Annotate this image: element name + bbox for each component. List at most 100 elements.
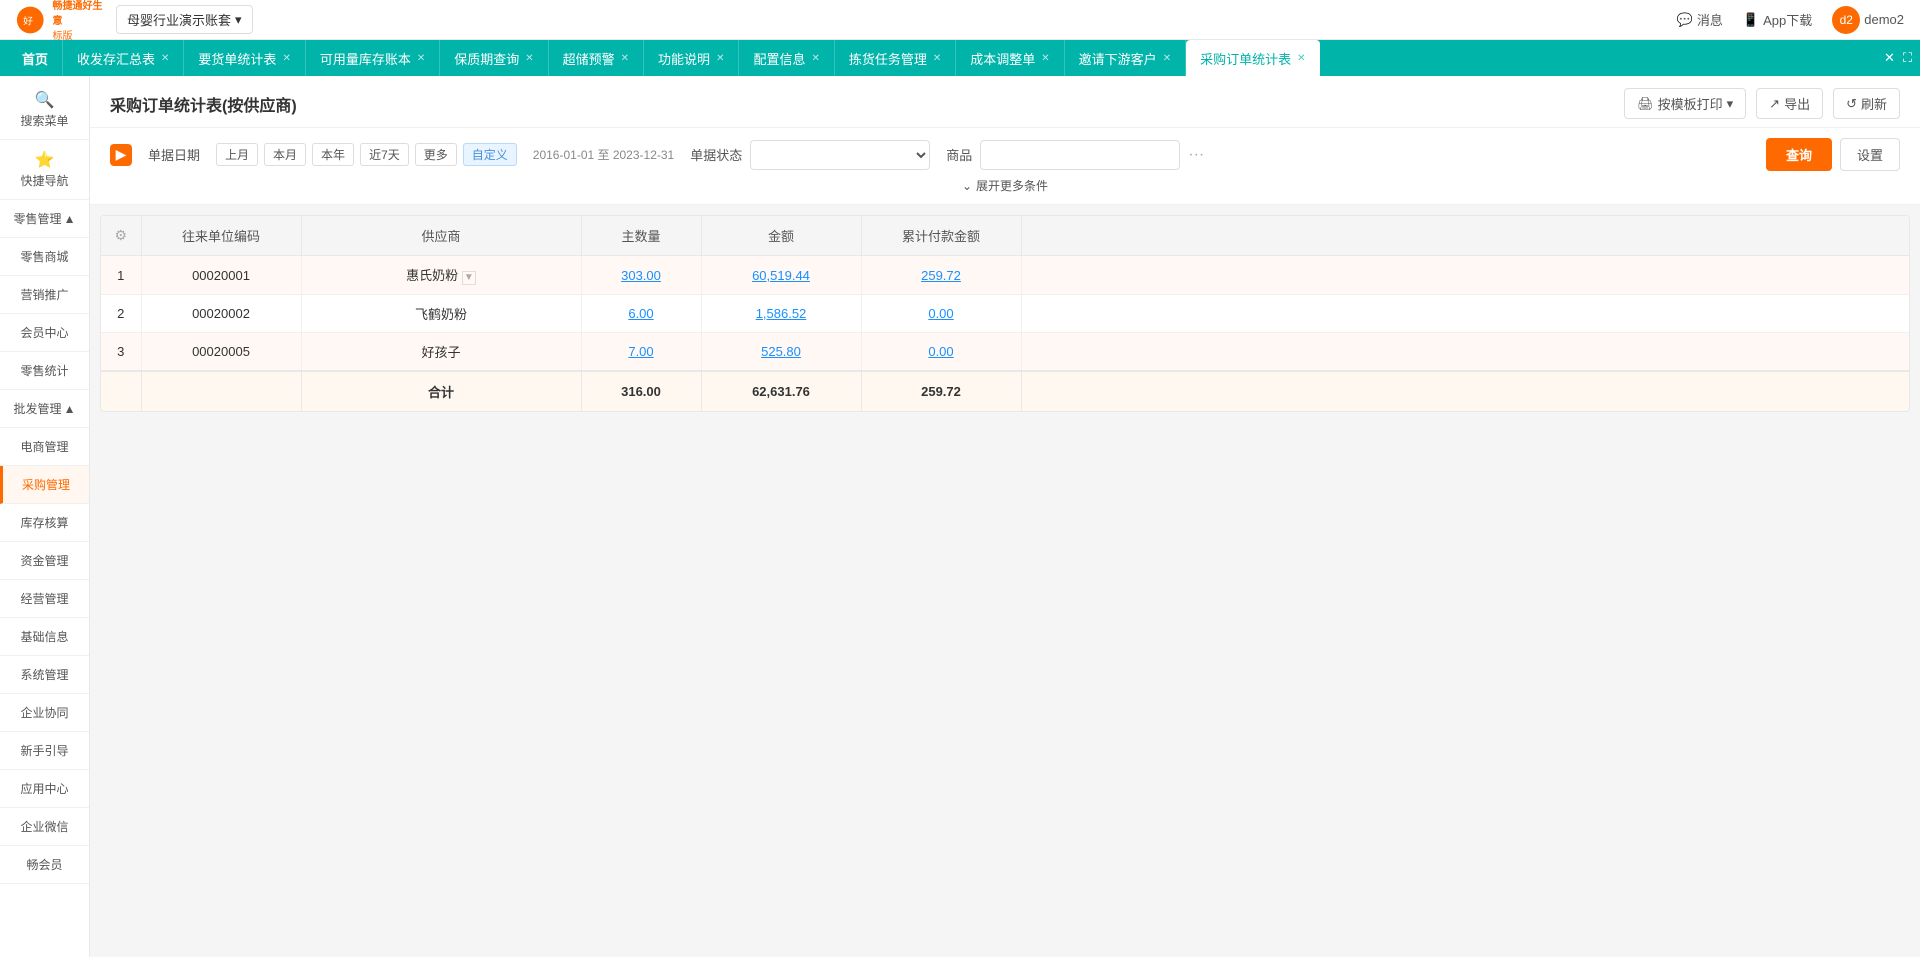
nav-tab-peizhi[interactable]: 配置信息 ✕ <box>739 40 834 76</box>
col-header-paid: 累计付款金额 <box>861 216 1021 256</box>
row-2-extra <box>1021 295 1909 333</box>
row-1-supplier: 惠氏奶粉 ▼ <box>301 256 581 295</box>
sidebar-item-retail-mall[interactable]: 零售商城 <box>0 238 89 276</box>
sidebar-item-wholesale[interactable]: 批发管理 ▲ <box>0 390 89 428</box>
status-select[interactable] <box>750 140 930 170</box>
nav-tab-chaochu[interactable]: 超储预警 ✕ <box>549 40 644 76</box>
message-button[interactable]: 💬 消息 <box>1677 10 1723 29</box>
close-icon[interactable]: ✕ <box>933 53 941 64</box>
date-shortcut-more[interactable]: 更多 <box>415 143 457 166</box>
top-right: 💬 消息 📱 App下载 d2 demo2 <box>1677 6 1904 34</box>
export-button[interactable]: ↗ 导出 <box>1756 88 1823 119</box>
close-icon[interactable]: ✕ <box>1297 53 1305 64</box>
sidebar-item-basic-info[interactable]: 基础信息 <box>0 618 89 656</box>
col-header-qty: 主数量 <box>581 216 701 256</box>
close-icon[interactable]: ✕ <box>282 53 290 64</box>
nav-tab-jianhuo[interactable]: 拣货任务管理 ✕ <box>835 40 956 76</box>
sidebar-item-search[interactable]: 🔍 搜索菜单 <box>0 80 89 140</box>
app-download-button[interactable]: 📱 App下载 <box>1743 10 1812 29</box>
row-2-amount[interactable]: 1,586.52 <box>701 295 861 333</box>
main-layout: 🔍 搜索菜单 ⭐ 快捷导航 零售管理 ▲ 零售商城 营销推广 会员中心 零售统计… <box>0 76 1920 957</box>
date-custom-badge[interactable]: 自定义 <box>463 143 517 166</box>
query-button[interactable]: 查询 <box>1766 138 1832 171</box>
nav-tab-yaohuo[interactable]: 要货单统计表 ✕ <box>184 40 305 76</box>
active-tab-label: 采购订单统计表 <box>1200 49 1291 68</box>
nav-tab-chengben[interactable]: 成本调整单 ✕ <box>956 40 1064 76</box>
main-content: 采购订单统计表(按供应商) 🖨 按模板打印 ▾ ↗ 导出 ↺ 刷新 <box>90 76 1920 957</box>
row-2-supplier: 飞鹤奶粉 <box>301 295 581 333</box>
sidebar-item-purchase[interactable]: 采购管理 <box>0 466 89 504</box>
row-3-extra <box>1021 333 1909 372</box>
close-icon[interactable]: ✕ <box>811 53 819 64</box>
sidebar-item-changhui[interactable]: 畅会员 <box>0 846 89 884</box>
sidebar: 🔍 搜索菜单 ⭐ 快捷导航 零售管理 ▲ 零售商城 营销推广 会员中心 零售统计… <box>0 76 90 957</box>
row-2-paid[interactable]: 0.00 <box>861 295 1021 333</box>
sidebar-item-retail-management[interactable]: 零售管理 ▲ <box>0 200 89 238</box>
data-table: ⚙ 往来单位编码 供应商 主数量 金额 <box>101 216 1909 411</box>
expand-more-button[interactable]: ⌄ 展开更多条件 <box>962 177 1048 194</box>
col-header-code: 往来单位编码 <box>141 216 301 256</box>
row-3-paid[interactable]: 0.00 <box>861 333 1021 372</box>
nav-tab-caigou-active[interactable]: 采购订单统计表 ✕ <box>1186 40 1320 76</box>
row-3-code: 00020005 <box>141 333 301 372</box>
workspace-name: 母婴行业演示账套 <box>127 10 231 29</box>
close-icon[interactable]: ✕ <box>621 53 629 64</box>
avatar: d2 <box>1832 6 1860 34</box>
date-shortcut-this-year[interactable]: 本年 <box>312 143 354 166</box>
sidebar-item-marketing[interactable]: 营销推广 <box>0 276 89 314</box>
sidebar-item-enterprise[interactable]: 企业协同 <box>0 694 89 732</box>
row-1-amount[interactable]: 60,519.44 <box>701 256 861 295</box>
date-shortcut-7days[interactable]: 近7天 <box>360 143 409 166</box>
sidebar-item-shortcuts[interactable]: ⭐ 快捷导航 <box>0 140 89 200</box>
date-shortcut-this-month[interactable]: 本月 <box>264 143 306 166</box>
close-icon[interactable]: ✕ <box>1041 53 1049 64</box>
row-3-amount[interactable]: 525.80 <box>701 333 861 372</box>
row-2-qty[interactable]: 6.00 <box>581 295 701 333</box>
refresh-button[interactable]: ↺ 刷新 <box>1833 88 1900 119</box>
sidebar-item-wechat[interactable]: 企业微信 <box>0 808 89 846</box>
close-icon[interactable]: ✕ <box>1163 53 1171 64</box>
table-container: ⚙ 往来单位编码 供应商 主数量 金额 <box>100 215 1910 412</box>
footer-paid: 259.72 <box>861 371 1021 411</box>
expand-row-icon[interactable]: ▼ <box>462 271 476 285</box>
date-shortcut-last-month[interactable]: 上月 <box>216 143 258 166</box>
sidebar-item-finance[interactable]: 资金管理 <box>0 542 89 580</box>
nav-tab-shoufacun[interactable]: 收发存汇总表 ✕ <box>63 40 184 76</box>
close-icon[interactable]: ✕ <box>525 53 533 64</box>
sidebar-item-operations[interactable]: 经营管理 <box>0 580 89 618</box>
user-menu[interactable]: d2 demo2 <box>1832 6 1904 34</box>
col-header-supplier: 供应商 <box>301 216 581 256</box>
row-3-qty[interactable]: 7.00 <box>581 333 701 372</box>
close-icon[interactable]: ✕ <box>716 53 724 64</box>
svg-text:好: 好 <box>23 15 33 27</box>
close-icon[interactable]: ✕ <box>161 53 169 64</box>
sidebar-item-system[interactable]: 系统管理 <box>0 656 89 694</box>
sidebar-item-app-center[interactable]: 应用中心 <box>0 770 89 808</box>
nav-tab-kuyong[interactable]: 可用量库存账本 ✕ <box>306 40 440 76</box>
nav-tab-home[interactable]: 首页 <box>8 40 63 76</box>
goods-input[interactable] <box>980 140 1180 170</box>
sidebar-item-ecommerce[interactable]: 电商管理 <box>0 428 89 466</box>
row-1-qty[interactable]: 303.00 <box>581 256 701 295</box>
workspace-selector[interactable]: 母婴行业演示账套 ▾ <box>116 5 253 34</box>
sidebar-item-inventory[interactable]: 库存核算 <box>0 504 89 542</box>
date-label: 单据日期 <box>148 145 200 164</box>
sidebar-item-member-center[interactable]: 会员中心 <box>0 314 89 352</box>
nav-tab-yaoqing[interactable]: 邀请下游客户 ✕ <box>1065 40 1186 76</box>
gear-icon[interactable]: ⚙ <box>114 227 127 243</box>
filter-toggle-button[interactable]: ▶ <box>110 144 132 166</box>
message-icon: 💬 <box>1677 12 1693 28</box>
close-icon[interactable]: ✕ <box>417 53 425 64</box>
row-1-paid[interactable]: 259.72 <box>861 256 1021 295</box>
nav-tab-gongneng[interactable]: 功能说明 ✕ <box>644 40 739 76</box>
sidebar-item-retail-stats[interactable]: 零售统计 <box>0 352 89 390</box>
more-options-icon[interactable]: ··· <box>1188 146 1204 164</box>
nav-expand-icon[interactable]: ⛶ <box>1903 50 1912 66</box>
export-icon: ↗ <box>1769 96 1780 112</box>
settings-button[interactable]: 设置 <box>1840 138 1900 171</box>
template-print-button[interactable]: 🖨 按模板打印 ▾ <box>1624 88 1746 119</box>
sidebar-item-guide[interactable]: 新手引导 <box>0 732 89 770</box>
nav-close-icon[interactable]: ✕ <box>1884 50 1895 66</box>
filter-row: ▶ 单据日期 上月 本月 本年 近7天 更多 自定义 2016-01-01 至 … <box>110 138 1900 171</box>
nav-tab-baozhi[interactable]: 保质期查询 ✕ <box>440 40 548 76</box>
